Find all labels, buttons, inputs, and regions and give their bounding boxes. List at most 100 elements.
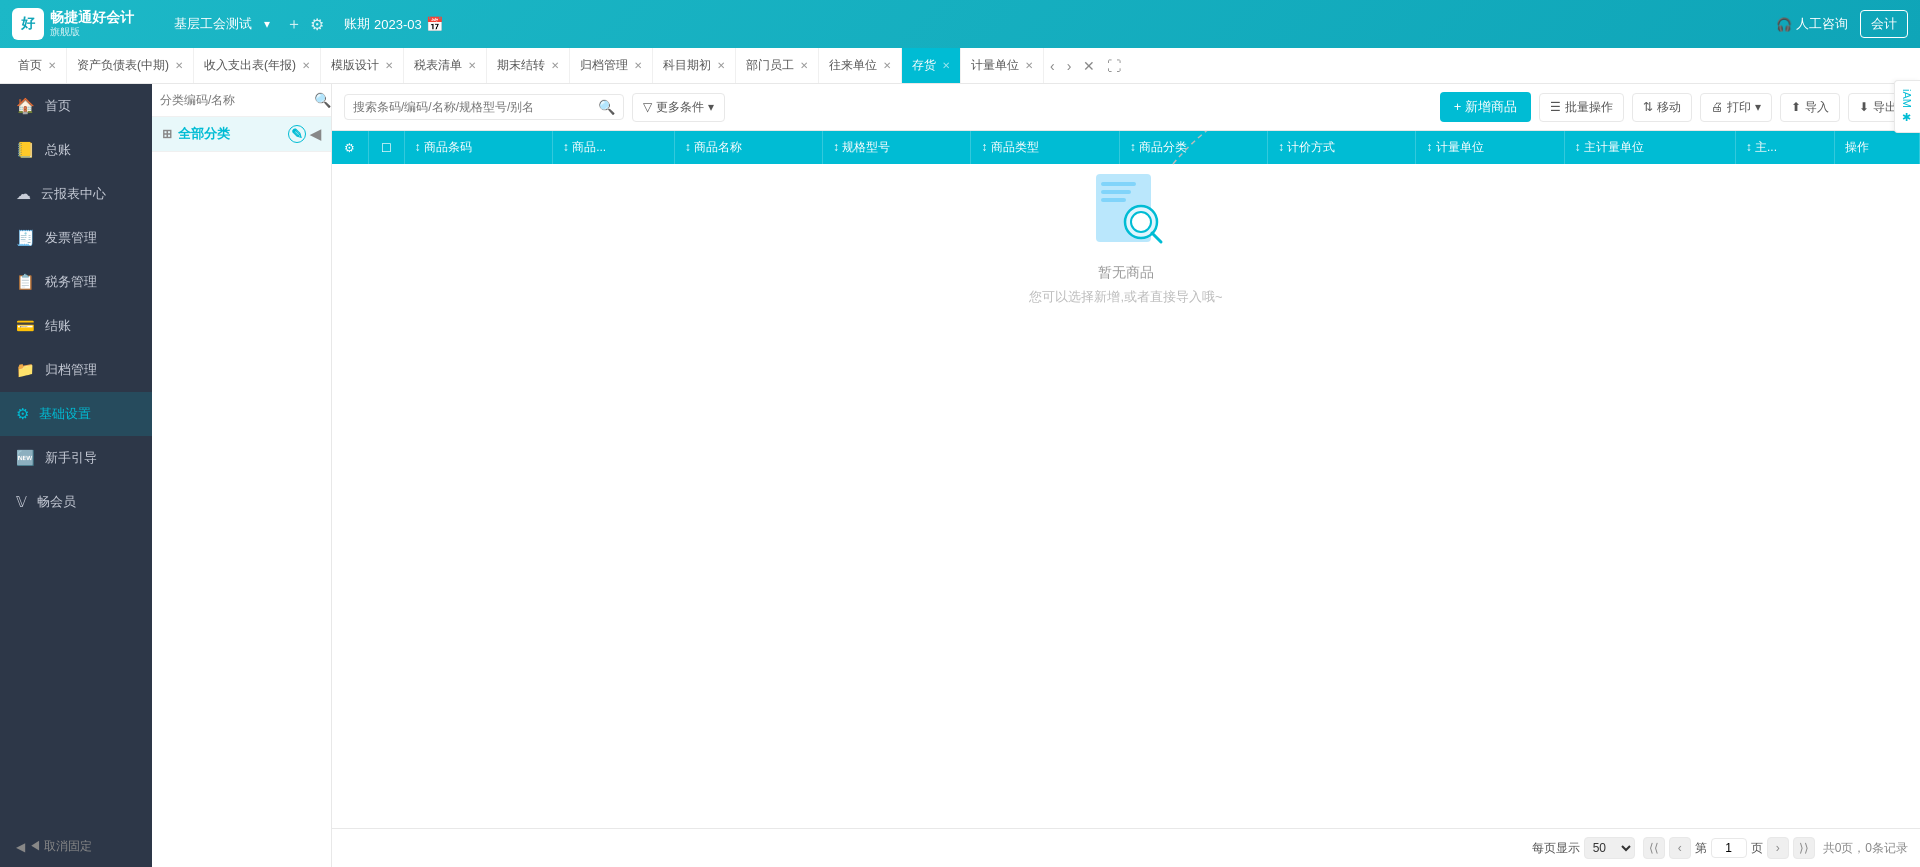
tab-income-close[interactable]: ✕ bbox=[302, 60, 310, 71]
tab-period-transfer[interactable]: 期末结转 ✕ bbox=[487, 48, 570, 84]
archive-icon: 📁 bbox=[16, 361, 35, 379]
th-spec[interactable]: ↕ 规格型号 bbox=[822, 131, 970, 164]
tab-subject-initial[interactable]: 科目期初 ✕ bbox=[653, 48, 736, 84]
th-code[interactable]: ↕ 商品... bbox=[552, 131, 674, 164]
tab-contact[interactable]: 往来单位 ✕ bbox=[819, 48, 902, 84]
product-table: ⚙ ☐ ↕ 商品条码 ↕ 商品... ↕ 商品名称 ↕ 规格型号 ↕ 商品类型 … bbox=[332, 131, 1920, 164]
sidebar-item-ledger[interactable]: 📒 总账 bbox=[0, 128, 152, 172]
tab-tax-list[interactable]: 税表清单 ✕ bbox=[404, 48, 487, 84]
page-first-btn[interactable]: ⟨⟨ bbox=[1643, 837, 1665, 859]
product-search-box: 🔍 bbox=[344, 94, 624, 120]
settlement-icon: 💳 bbox=[16, 317, 35, 335]
tab-tax-list-close[interactable]: ✕ bbox=[468, 60, 476, 71]
print-label: 打印 bbox=[1727, 99, 1751, 116]
th-main-abbr[interactable]: ↕ 主... bbox=[1735, 131, 1834, 164]
right-panel: 🔍 ▽ 更多条件 ▾ + 新增商品 ☰ 批量操作 ⇅ bbox=[332, 84, 1920, 867]
tab-inventory[interactable]: 存货 ✕ bbox=[902, 48, 961, 84]
sidebar-item-member[interactable]: 𝕍 畅会员 bbox=[0, 480, 152, 524]
tab-unit[interactable]: 计量单位 ✕ bbox=[961, 48, 1044, 84]
th-name[interactable]: ↕ 商品名称 bbox=[674, 131, 822, 164]
sidebar-item-archive[interactable]: 📁 归档管理 bbox=[0, 348, 152, 392]
th-unit[interactable]: ↕ 计量单位 bbox=[1416, 131, 1564, 164]
sidebar-item-settlement[interactable]: 💳 结账 bbox=[0, 304, 152, 348]
tab-archive[interactable]: 归档管理 ✕ bbox=[570, 48, 653, 84]
tab-close-all-icon[interactable]: ✕ bbox=[1077, 58, 1101, 74]
import-label: 导入 bbox=[1805, 99, 1829, 116]
account-button[interactable]: 会计 bbox=[1860, 10, 1908, 38]
tab-unit-label: 计量单位 bbox=[971, 57, 1019, 74]
filter-button[interactable]: ▽ 更多条件 ▾ bbox=[632, 93, 725, 122]
guide-icon: 🆕 bbox=[16, 449, 35, 467]
move-label: 移动 bbox=[1657, 99, 1681, 116]
product-search-icon[interactable]: 🔍 bbox=[598, 99, 615, 115]
sidebar-item-basic-settings[interactable]: ⚙ 基础设置 bbox=[0, 392, 152, 436]
print-button[interactable]: 🖨 打印 ▾ bbox=[1700, 93, 1772, 122]
tab-template-close[interactable]: ✕ bbox=[385, 60, 393, 71]
tab-contact-close[interactable]: ✕ bbox=[883, 60, 891, 71]
sidebar-item-basic-settings-label: 基础设置 bbox=[39, 405, 91, 423]
svg-rect-3 bbox=[1101, 190, 1131, 194]
sidebar-item-tax-label: 税务管理 bbox=[45, 273, 97, 291]
tab-department-close[interactable]: ✕ bbox=[800, 60, 808, 71]
import-button[interactable]: ⬆ 导入 bbox=[1780, 93, 1840, 122]
category-header-actions: ✎ ◀ bbox=[288, 125, 321, 143]
sidebar-item-guide[interactable]: 🆕 新手引导 bbox=[0, 436, 152, 480]
category-collapse-icon[interactable]: ◀ bbox=[310, 126, 321, 142]
tab-inventory-close[interactable]: ✕ bbox=[942, 60, 950, 71]
category-edit-icon[interactable]: ✎ bbox=[288, 125, 306, 143]
sidebar-item-invoice[interactable]: 🧾 发票管理 bbox=[0, 216, 152, 260]
content-area: 🔍 ⊞ 全部分类 ✎ ◀ bbox=[152, 84, 1920, 867]
tab-prev-icon[interactable]: ‹ bbox=[1044, 58, 1061, 74]
tab-archive-close[interactable]: ✕ bbox=[634, 60, 642, 71]
tab-homepage-label: 首页 bbox=[18, 57, 42, 74]
tab-unit-close[interactable]: ✕ bbox=[1025, 60, 1033, 71]
sidebar-item-archive-label: 归档管理 bbox=[45, 361, 97, 379]
move-button[interactable]: ⇅ 移动 bbox=[1632, 93, 1692, 122]
add-tab-icon[interactable]: ＋ bbox=[286, 14, 302, 35]
th-checkbox[interactable]: ☐ bbox=[368, 131, 404, 164]
iam-badge[interactable]: iAM ✱ bbox=[1894, 80, 1920, 133]
product-search-input[interactable] bbox=[353, 100, 594, 114]
per-page-select[interactable]: 50 100 200 bbox=[1584, 837, 1635, 859]
app-edition: 旗舰版 bbox=[50, 25, 134, 39]
tab-subject-initial-close[interactable]: ✕ bbox=[717, 60, 725, 71]
tab-homepage-close[interactable]: ✕ bbox=[48, 60, 56, 71]
th-gear[interactable]: ⚙ bbox=[332, 131, 368, 164]
member-icon: 𝕍 bbox=[16, 493, 27, 511]
service-button[interactable]: 🎧 人工咨询 bbox=[1776, 15, 1848, 33]
category-search-input[interactable] bbox=[160, 93, 310, 107]
settings-icon[interactable]: ⚙ bbox=[310, 15, 324, 34]
svg-rect-4 bbox=[1101, 198, 1126, 202]
th-barcode[interactable]: ↕ 商品条码 bbox=[404, 131, 552, 164]
page-next-btn[interactable]: › bbox=[1767, 837, 1789, 859]
company-dropdown-icon[interactable]: ▾ bbox=[264, 17, 270, 31]
th-type[interactable]: ↕ 商品类型 bbox=[971, 131, 1119, 164]
category-panel: 🔍 ⊞ 全部分类 ✎ ◀ bbox=[152, 84, 332, 867]
category-search-bar: 🔍 bbox=[152, 84, 331, 117]
batch-label: 批量操作 bbox=[1565, 99, 1613, 116]
page-number-input[interactable] bbox=[1711, 838, 1747, 858]
tab-template[interactable]: 模版设计 ✕ bbox=[321, 48, 404, 84]
add-product-button[interactable]: + 新增商品 bbox=[1440, 92, 1531, 122]
page-last-btn[interactable]: ⟩⟩ bbox=[1793, 837, 1815, 859]
tab-period-transfer-close[interactable]: ✕ bbox=[551, 60, 559, 71]
page-prev-btn[interactable]: ‹ bbox=[1669, 837, 1691, 859]
th-main-unit[interactable]: ↕ 主计量单位 bbox=[1564, 131, 1735, 164]
app-logo: 好 bbox=[12, 8, 44, 40]
tab-balance-sheet[interactable]: 资产负债表(中期) ✕ bbox=[67, 48, 194, 84]
sidebar-item-tax[interactable]: 📋 税务管理 bbox=[0, 260, 152, 304]
sidebar-item-home[interactable]: 🏠 首页 bbox=[0, 84, 152, 128]
sidebar-item-cloud-report[interactable]: ☁ 云报表中心 bbox=[0, 172, 152, 216]
tab-balance-sheet-close[interactable]: ✕ bbox=[175, 60, 183, 71]
tab-next-icon[interactable]: › bbox=[1061, 58, 1078, 74]
batch-operation-button[interactable]: ☰ 批量操作 bbox=[1539, 93, 1624, 122]
sidebar-collapse-btn[interactable]: ◀ ◀ 取消固定 bbox=[0, 826, 152, 867]
category-all-item[interactable]: ⊞ 全部分类 ✎ ◀ bbox=[152, 117, 331, 152]
sidebar: 🏠 首页 📒 总账 ☁ 云报表中心 🧾 发票管理 📋 税务管理 💳 结账 📁 归… bbox=[0, 84, 152, 867]
tab-income[interactable]: 收入支出表(年报) ✕ bbox=[194, 48, 321, 84]
category-search-icon[interactable]: 🔍 bbox=[314, 92, 331, 108]
tab-homepage[interactable]: 首页 ✕ bbox=[8, 48, 67, 84]
calendar-icon[interactable]: 📅 bbox=[426, 16, 443, 32]
tab-expand-icon[interactable]: ⛶ bbox=[1101, 58, 1127, 74]
tab-department[interactable]: 部门员工 ✕ bbox=[736, 48, 819, 84]
